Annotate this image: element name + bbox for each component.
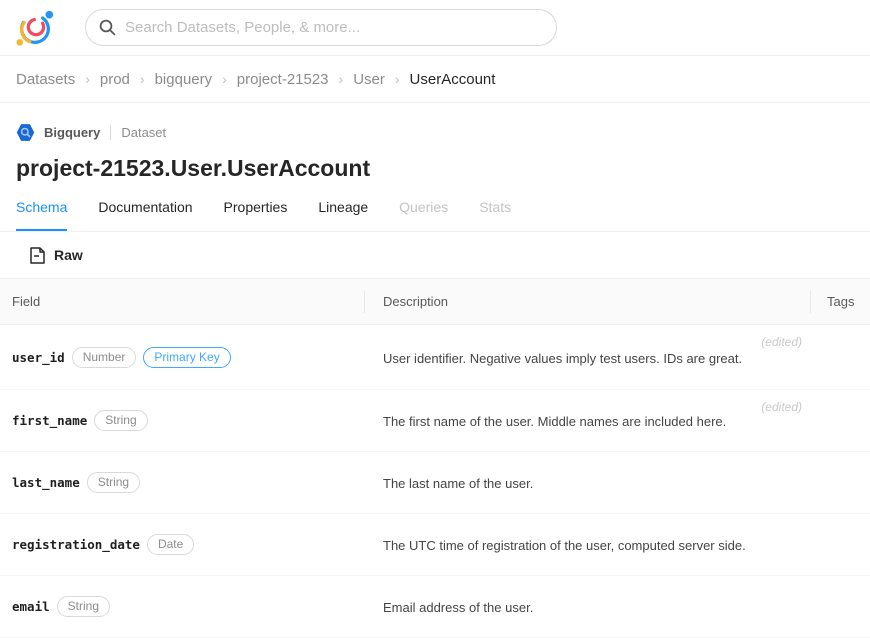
breadcrumb-separator: › — [338, 71, 344, 87]
field-badges: String — [56, 596, 110, 617]
table-row: registration_date Date The UTC time of r… — [0, 514, 870, 576]
search-box[interactable] — [85, 9, 557, 46]
divider — [110, 125, 112, 140]
tab-documentation[interactable]: Documentation — [98, 199, 192, 231]
badge-number: Number — [71, 346, 137, 368]
badge-date: Date — [146, 534, 195, 555]
breadcrumb-user[interactable]: User — [353, 71, 385, 88]
search-icon — [99, 19, 116, 36]
breadcrumb-separator: › — [85, 71, 90, 87]
description-cell[interactable]: (edited) User identifier. Negative value… — [364, 325, 810, 389]
raw-toggle-button[interactable]: Raw — [30, 246, 83, 264]
description-cell[interactable]: The last name of the user. — [364, 452, 810, 513]
tab-stats: Stats — [479, 199, 512, 215]
schema-table: Field Description Tags user_id Number Pri… — [0, 279, 870, 638]
tags-cell — [810, 576, 870, 637]
field-description: The UTC time of registration of the user… — [383, 538, 746, 554]
field-cell: email String — [0, 576, 364, 637]
edited-label: (edited) — [761, 400, 802, 414]
file-document-icon — [30, 246, 45, 264]
description-cell[interactable]: (edited) The first name of the user. Mid… — [364, 390, 810, 451]
description-cell[interactable]: The UTC time of registration of the user… — [364, 514, 810, 575]
field-description: The last name of the user. — [383, 476, 534, 492]
edited-label: (edited) — [761, 335, 802, 349]
table-row: first_name String (edited) The first nam… — [0, 390, 870, 452]
breadcrumb-datasets[interactable]: Datasets — [16, 71, 75, 88]
datahub-logo[interactable] — [14, 7, 56, 49]
field-badges: Number Primary Key — [71, 346, 231, 368]
breadcrumb-separator: › — [139, 71, 145, 87]
field-name: registration_date — [12, 537, 140, 552]
table-row: last_name String The last name of the us… — [0, 452, 870, 514]
badge-string: String — [94, 410, 148, 431]
breadcrumb-separator: › — [222, 71, 227, 87]
entity-type: Dataset — [121, 125, 167, 140]
platform-row: Bigquery Dataset — [16, 123, 854, 142]
search-input[interactable] — [125, 19, 543, 36]
field-description: The first name of the user. Middle names… — [383, 414, 727, 430]
field-cell: last_name String — [0, 452, 364, 513]
breadcrumb-prod[interactable]: prod — [100, 71, 130, 88]
column-header-description: Description — [364, 294, 810, 309]
field-badges: String — [86, 472, 141, 493]
breadcrumb-useraccount: UserAccount — [409, 70, 496, 88]
field-name: user_id — [12, 349, 65, 365]
tags-cell — [810, 325, 870, 389]
field-name: email — [12, 599, 50, 614]
tab-schema[interactable]: Schema — [16, 199, 68, 231]
table-header: Field Description Tags — [0, 279, 870, 325]
tab-properties[interactable]: Properties — [224, 199, 288, 231]
description-cell[interactable]: Email address of the user. — [364, 576, 810, 637]
tags-cell — [810, 390, 870, 451]
raw-toggle-label: Raw — [54, 247, 83, 263]
badge-string: String — [86, 472, 141, 493]
field-name: first_name — [12, 413, 88, 428]
breadcrumb-separator: › — [394, 71, 400, 87]
badge-primary-key: Primary Key — [143, 346, 231, 368]
table-row: user_id Number Primary Key (edited) User … — [0, 325, 870, 390]
top-nav — [0, 0, 870, 56]
page-title: project-21523.User.UserAccount — [16, 155, 371, 181]
tags-cell — [810, 452, 870, 513]
entity-header: Bigquery Dataset project-21523.User.User… — [0, 103, 870, 232]
column-header-tags: Tags — [810, 294, 870, 309]
field-badges: String — [94, 410, 148, 431]
badge-string: String — [56, 596, 110, 617]
tags-cell — [810, 514, 870, 575]
breadcrumb-project[interactable]: project-21523 — [237, 71, 329, 88]
tab-queries: Queries — [399, 199, 449, 215]
field-cell: first_name String — [0, 390, 364, 451]
tab-lineage[interactable]: Lineage — [318, 199, 368, 231]
bigquery-icon — [16, 124, 35, 141]
breadcrumb-bigquery[interactable]: bigquery — [155, 71, 213, 88]
platform-name: Bigquery — [44, 125, 101, 140]
field-cell: registration_date Date — [0, 514, 364, 575]
table-row: email String Email address of the user. — [0, 576, 870, 638]
column-header-field: Field — [12, 294, 41, 309]
field-name: last_name — [12, 475, 80, 490]
tab-bar: Schema Documentation Properties Lineage … — [16, 199, 854, 231]
table-body: user_id Number Primary Key (edited) User … — [0, 325, 870, 638]
field-description: Email address of the user. — [383, 600, 534, 616]
schema-toolbar: Raw — [0, 232, 870, 279]
field-badges: Date — [146, 534, 195, 555]
field-cell: user_id Number Primary Key — [0, 325, 364, 389]
field-description: User identifier. Negative values imply t… — [383, 350, 743, 366]
breadcrumb: Datasets › prod › bigquery › project-215… — [0, 56, 870, 103]
